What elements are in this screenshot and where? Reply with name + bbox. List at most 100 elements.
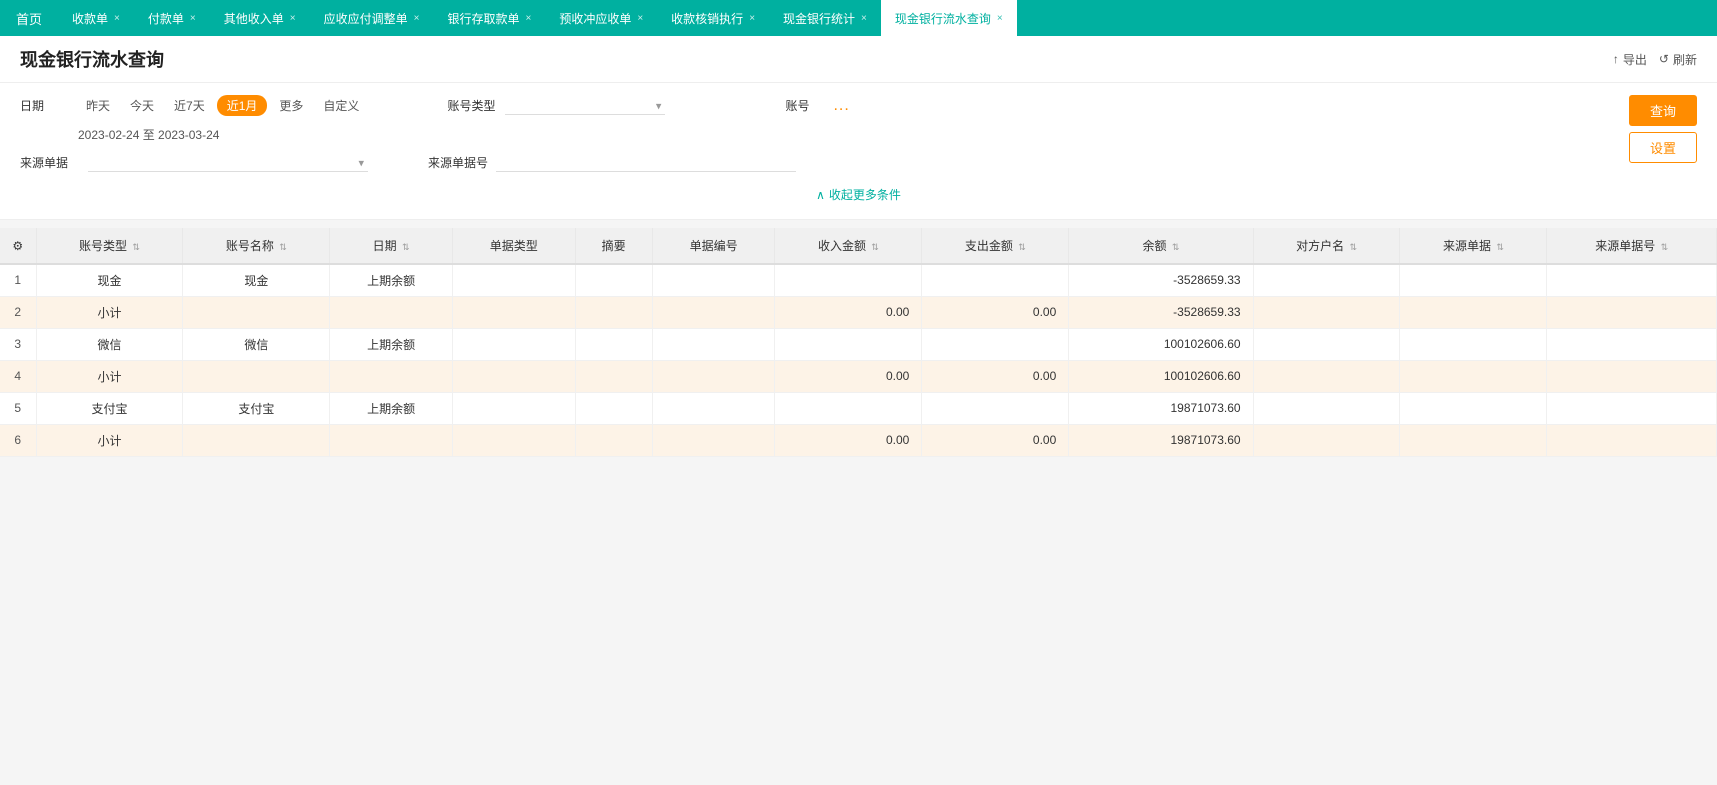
cell-counterpart xyxy=(1253,296,1400,328)
col-doc-no: 单据编号 xyxy=(652,228,775,264)
cell-expense xyxy=(922,264,1069,296)
date-btn-7days[interactable]: 近7天 xyxy=(166,95,213,116)
cell-source-doc-no xyxy=(1547,392,1717,424)
table-header-row: ⚙ 账号类型 ⇅ 账号名称 ⇅ 日期 ⇅ 单据类型 摘要 xyxy=(0,228,1717,264)
export-icon: ↑ xyxy=(1613,52,1619,66)
collapse-label: 收起更多条件 xyxy=(829,186,901,203)
row-number: 3 xyxy=(0,328,36,360)
cell-account-name: 支付宝 xyxy=(183,392,330,424)
cell-summary xyxy=(575,328,652,360)
nav-tab-bank[interactable]: 银行存取款单 × xyxy=(433,0,545,36)
cell-summary xyxy=(575,360,652,392)
col-date[interactable]: 日期 ⇅ xyxy=(330,228,453,264)
collapse-icon: ∧ xyxy=(816,188,825,202)
close-tab-receipts[interactable]: × xyxy=(114,13,120,24)
page-header: 现金银行流水查询 ↑ 导出 ↺ 刷新 xyxy=(0,36,1717,83)
cell-account-name: 现金 xyxy=(183,264,330,296)
export-button[interactable]: ↑ 导出 xyxy=(1613,51,1647,68)
nav-tab-ar-ap[interactable]: 应收应付调整单 × xyxy=(310,0,434,36)
gear-icon[interactable]: ⚙ xyxy=(12,239,23,253)
col-expense[interactable]: 支出金额 ⇅ xyxy=(922,228,1069,264)
cell-source-doc xyxy=(1400,296,1547,328)
col-gear[interactable]: ⚙ xyxy=(0,228,36,264)
page-title: 现金银行流水查询 xyxy=(20,46,164,72)
query-button[interactable]: 查询 xyxy=(1629,95,1697,126)
cell-date xyxy=(330,360,453,392)
source-doc-no-input[interactable] xyxy=(496,153,796,172)
nav-tab-payments[interactable]: 付款单 × xyxy=(134,0,210,36)
cell-doc-no xyxy=(652,424,775,456)
row-number: 1 xyxy=(0,264,36,296)
close-tab-stats[interactable]: × xyxy=(861,13,867,24)
account-type-select[interactable] xyxy=(505,96,665,115)
filter-row-source: 来源单据 来源单据号 xyxy=(20,153,1629,172)
date-btn-custom[interactable]: 自定义 xyxy=(315,95,367,116)
date-btn-yesterday[interactable]: 昨天 xyxy=(78,95,118,116)
nav-tab-verify[interactable]: 收款核销执行 × xyxy=(657,0,769,36)
cell-expense: 0.00 xyxy=(922,296,1069,328)
cell-account-type: 小计 xyxy=(36,360,183,392)
sort-counterpart-icon: ⇅ xyxy=(1349,242,1357,253)
sort-source-doc-icon: ⇅ xyxy=(1496,242,1504,253)
date-btn-more[interactable]: 更多 xyxy=(271,95,311,116)
settings-button[interactable]: 设置 xyxy=(1629,132,1697,163)
cell-doc-no xyxy=(652,392,775,424)
account-type-select-wrapper xyxy=(505,96,665,115)
collapse-bar[interactable]: ∧ 收起更多条件 xyxy=(20,182,1697,211)
table-body: 1现金现金上期余额-3528659.332小计0.000.00-3528659.… xyxy=(0,264,1717,456)
col-balance[interactable]: 余额 ⇅ xyxy=(1069,228,1253,264)
col-account-type[interactable]: 账号类型 ⇅ xyxy=(36,228,183,264)
cell-counterpart xyxy=(1253,360,1400,392)
account-label: 账号 xyxy=(785,97,825,114)
filter-row-date: 日期 昨天 今天 近7天 近1月 更多 自定义 账号类型 账号 xyxy=(20,95,1629,116)
close-tab-bank[interactable]: × xyxy=(525,13,531,24)
cell-income: 0.00 xyxy=(775,296,922,328)
col-source-doc-no[interactable]: 来源单据号 ⇅ xyxy=(1547,228,1717,264)
cell-counterpart xyxy=(1253,264,1400,296)
nav-tab-prepay[interactable]: 预收冲应收单 × xyxy=(545,0,657,36)
col-account-name[interactable]: 账号名称 ⇅ xyxy=(183,228,330,264)
cell-source-doc xyxy=(1400,392,1547,424)
close-tab-cashflow[interactable]: × xyxy=(997,13,1003,24)
account-type-label: 账号类型 xyxy=(447,97,497,114)
cell-counterpart xyxy=(1253,424,1400,456)
filter-buttons: 查询 设置 xyxy=(1629,95,1697,163)
date-btn-today[interactable]: 今天 xyxy=(122,95,162,116)
row-number: 6 xyxy=(0,424,36,456)
close-tab-verify[interactable]: × xyxy=(749,13,755,24)
table-row: 6小计0.000.0019871073.60 xyxy=(0,424,1717,456)
close-tab-other-income[interactable]: × xyxy=(290,13,296,24)
table-row: 3微信微信上期余额100102606.60 xyxy=(0,328,1717,360)
cell-date: 上期余额 xyxy=(330,328,453,360)
date-btn-1month[interactable]: 近1月 xyxy=(217,95,268,116)
close-tab-ar-ap[interactable]: × xyxy=(414,13,420,24)
nav-tab-receipts[interactable]: 收款单 × xyxy=(58,0,134,36)
cell-summary xyxy=(575,392,652,424)
nav-tab-cashflow[interactable]: 现金银行流水查询 × xyxy=(881,0,1017,36)
col-summary: 摘要 xyxy=(575,228,652,264)
account-dots-button[interactable]: ... xyxy=(833,97,849,115)
nav-tab-stats[interactable]: 现金银行统计 × xyxy=(769,0,881,36)
col-income[interactable]: 收入金额 ⇅ xyxy=(775,228,922,264)
table-row: 5支付宝支付宝上期余额19871073.60 xyxy=(0,392,1717,424)
sort-income-icon: ⇅ xyxy=(871,242,879,253)
cell-source-doc-no xyxy=(1547,328,1717,360)
cell-doc-no xyxy=(652,264,775,296)
close-tab-prepay[interactable]: × xyxy=(637,13,643,24)
table-row: 1现金现金上期余额-3528659.33 xyxy=(0,264,1717,296)
refresh-button[interactable]: ↺ 刷新 xyxy=(1659,51,1697,68)
cell-doc-type xyxy=(452,296,575,328)
nav-tab-other-income[interactable]: 其他收入单 × xyxy=(210,0,310,36)
col-counterpart[interactable]: 对方户名 ⇅ xyxy=(1253,228,1400,264)
date-options: 昨天 今天 近7天 近1月 更多 自定义 xyxy=(78,95,367,116)
cell-balance: -3528659.33 xyxy=(1069,264,1253,296)
col-source-doc[interactable]: 来源单据 ⇅ xyxy=(1400,228,1547,264)
close-tab-payments[interactable]: × xyxy=(190,13,196,24)
nav-home[interactable]: 首页 xyxy=(0,0,58,36)
cell-income: 0.00 xyxy=(775,360,922,392)
cell-balance: 19871073.60 xyxy=(1069,424,1253,456)
cell-balance: 19871073.60 xyxy=(1069,392,1253,424)
cell-counterpart xyxy=(1253,328,1400,360)
source-doc-select[interactable] xyxy=(88,153,368,172)
source-doc-label: 来源单据 xyxy=(20,154,80,171)
